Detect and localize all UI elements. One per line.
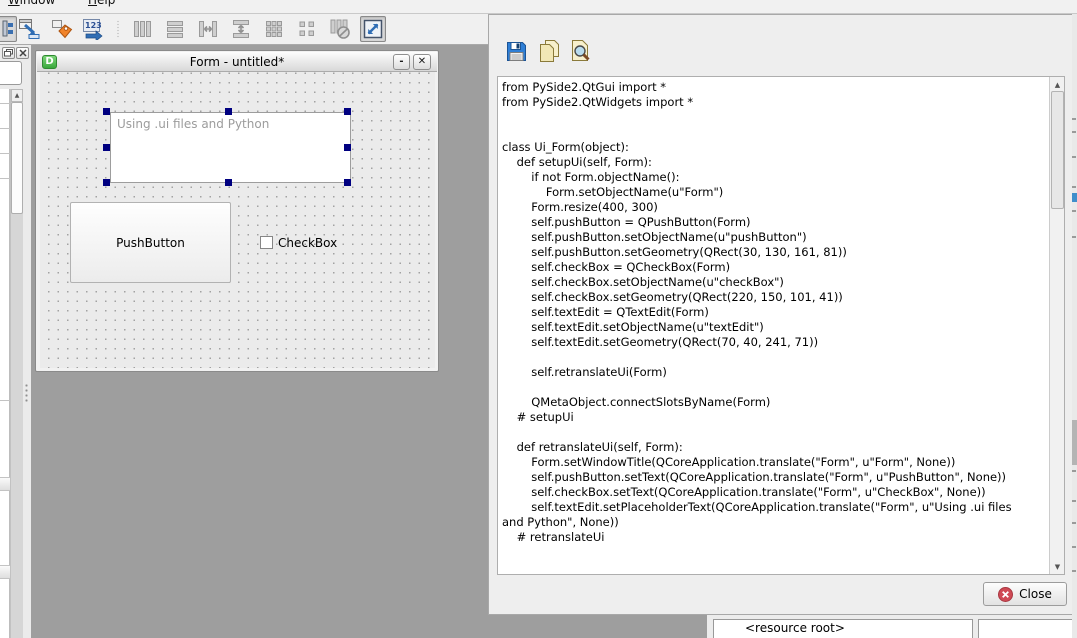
- resource-tree[interactable]: <resource root>: [713, 619, 973, 638]
- resource-browser-dock: <resource root>: [707, 615, 1077, 638]
- generated-code-text[interactable]: from PySide2.QtGui import * from PySide2…: [498, 77, 1064, 547]
- close-button-label: Close: [1019, 587, 1052, 601]
- dock-float-icon: [4, 49, 13, 57]
- widget-box-row-separator: [0, 103, 10, 104]
- form-window-title: Form - untitled*: [37, 55, 437, 69]
- dock-float-button[interactable]: [2, 47, 15, 59]
- save-icon: [505, 40, 528, 63]
- code-viewer[interactable]: from PySide2.QtGui import * from PySide2…: [497, 76, 1065, 575]
- widget-box-row-separator: [0, 153, 10, 154]
- dock-splitter-handle[interactable]: [25, 383, 28, 403]
- resource-detail-panel[interactable]: [978, 619, 1077, 638]
- dock-close-icon: [19, 49, 27, 57]
- widget-box-row-separator: [0, 400, 10, 401]
- layout-horizontal-button[interactable]: [129, 16, 155, 42]
- form-window-titlebar[interactable]: Form - untitled* D - ✕: [37, 52, 437, 72]
- toolbar-separator: [117, 20, 119, 38]
- resize-handle[interactable]: [103, 179, 110, 186]
- scroll-down-icon[interactable]: ▼: [1051, 560, 1064, 573]
- widget-box-category-row[interactable]: [0, 565, 10, 579]
- widget-box-panel: ▲: [0, 45, 31, 638]
- form-canvas[interactable]: Using .ui files and Python PushButton Ch…: [40, 72, 435, 368]
- code-scrollbar[interactable]: ▲ ▼: [1049, 77, 1064, 574]
- find-icon: [568, 39, 592, 63]
- form-minimize-button[interactable]: -: [393, 54, 410, 70]
- svg-text:123: 123: [85, 21, 102, 30]
- layout-form-icon: [297, 19, 317, 39]
- break-layout-icon: [329, 18, 351, 40]
- sliver-selected-row: [1072, 193, 1077, 202]
- code-scroll-thumb[interactable]: [1051, 91, 1064, 209]
- edit-signals-slots-icon: [18, 18, 40, 40]
- adjust-size-icon: [362, 18, 384, 40]
- menu-window[interactable]: Window: [8, 0, 55, 7]
- edit-tab-order-icon: 123: [82, 18, 104, 40]
- scroll-up-icon[interactable]: ▲: [11, 89, 23, 102]
- layout-vertical-button[interactable]: [162, 16, 188, 42]
- close-button[interactable]: Close: [983, 582, 1067, 606]
- scroll-up-icon[interactable]: ▲: [1051, 78, 1064, 91]
- resource-root-item[interactable]: <resource root>: [745, 621, 845, 635]
- copy-button[interactable]: [536, 38, 562, 64]
- designer-form-icon: D: [42, 55, 57, 69]
- pushbutton-widget[interactable]: PushButton: [70, 202, 231, 283]
- layout-form-button[interactable]: [294, 16, 320, 42]
- break-layout-button[interactable]: [327, 16, 353, 42]
- edit-tab-order-button[interactable]: 123: [80, 16, 106, 42]
- copy-icon: [537, 39, 561, 63]
- checkbox-indicator[interactable]: [260, 236, 273, 249]
- widget-box-row-separator: [0, 128, 10, 129]
- layout-grid-icon: [264, 19, 284, 39]
- dock-close-button[interactable]: [16, 47, 29, 59]
- widget-box-scroll-thumb[interactable]: [11, 102, 23, 214]
- right-panel-sliver: [1072, 14, 1077, 638]
- edit-signals-slots-button[interactable]: [16, 16, 42, 42]
- adjust-size-button[interactable]: [360, 16, 386, 42]
- layout-horizontal-splitter-icon: [198, 19, 218, 39]
- resize-handle[interactable]: [103, 108, 110, 115]
- edit-buddies-icon: [51, 18, 73, 40]
- checkbox-widget[interactable]: CheckBox: [260, 222, 361, 263]
- widget-box-list[interactable]: [0, 89, 10, 638]
- menu-help[interactable]: Help: [88, 0, 115, 7]
- edit-widgets-button[interactable]: [0, 16, 17, 42]
- widget-box-category-row[interactable]: [0, 477, 10, 491]
- layout-vertical-icon: [165, 19, 185, 39]
- form-close-button[interactable]: ✕: [413, 54, 431, 70]
- widget-filter-input[interactable]: [0, 61, 22, 85]
- close-icon: [998, 587, 1013, 602]
- layout-grid-button[interactable]: [261, 16, 287, 42]
- widget-box-scrollbar[interactable]: ▲: [10, 89, 23, 638]
- form-editor-window: Form - untitled* D - ✕ Using .ui files a…: [35, 50, 439, 372]
- save-button[interactable]: [503, 38, 529, 64]
- menubar: Window Help: [0, 0, 1077, 14]
- code-preview-dialog: from PySide2.QtGui import * from PySide2…: [488, 14, 1072, 615]
- edit-widgets-icon: [0, 19, 14, 39]
- layout-vertical-splitter-button[interactable]: [228, 16, 254, 42]
- layout-horizontal-icon: [132, 19, 152, 39]
- edit-buddies-button[interactable]: [49, 16, 75, 42]
- layout-vertical-splitter-icon: [231, 19, 251, 39]
- find-button[interactable]: [567, 38, 593, 64]
- textedit-widget[interactable]: Using .ui files and Python: [110, 112, 351, 183]
- widget-box-row-separator: [0, 178, 10, 179]
- checkbox-label: CheckBox: [278, 236, 337, 250]
- resize-handle[interactable]: [103, 144, 110, 151]
- layout-horizontal-splitter-button[interactable]: [195, 16, 221, 42]
